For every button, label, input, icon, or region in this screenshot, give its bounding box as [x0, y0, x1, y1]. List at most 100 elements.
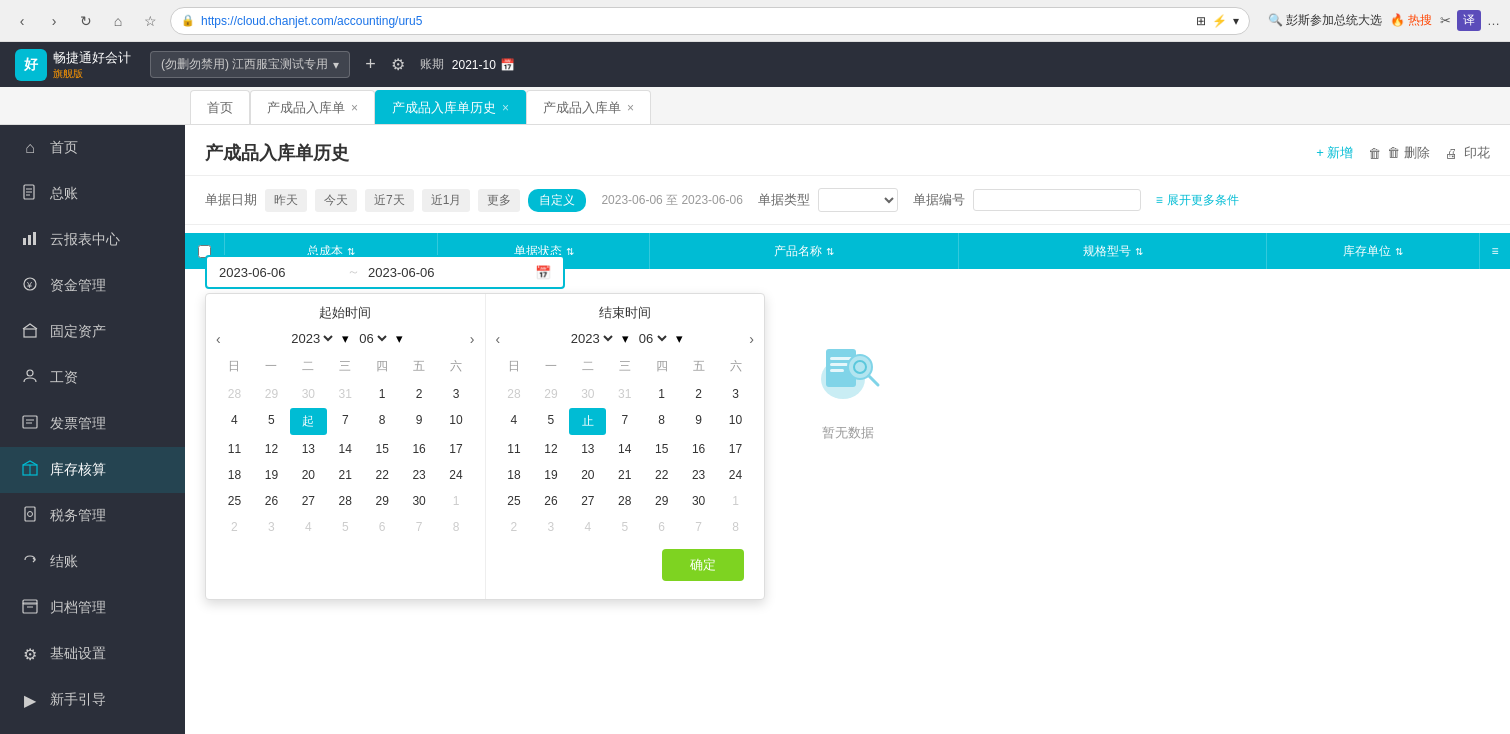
expand-more-btn[interactable]: ≡ 展开更多条件	[1156, 192, 1239, 209]
start-day-9[interactable]: 9	[401, 408, 438, 435]
tab-product-in-history[interactable]: 产成品入库单历史 ×	[375, 90, 526, 124]
end-day-nm2[interactable]: 2	[496, 515, 533, 539]
tab-product-in-close[interactable]: ×	[351, 101, 358, 115]
start-day-7[interactable]: 7	[327, 408, 364, 435]
company-selector[interactable]: (勿删勿禁用) 江西服宝测试专用 ▾	[150, 51, 350, 78]
end-day-29[interactable]: 29	[643, 489, 680, 513]
tab-home[interactable]: 首页	[190, 90, 250, 124]
end-day-nm6[interactable]: 6	[643, 515, 680, 539]
start-day-nm1[interactable]: 1	[438, 489, 475, 513]
start-day-nm7[interactable]: 7	[401, 515, 438, 539]
start-day-pm30[interactable]: 30	[290, 382, 327, 406]
scissors-button[interactable]: ✂	[1440, 13, 1451, 28]
end-day-8[interactable]: 8	[643, 408, 680, 435]
end-date-input[interactable]	[368, 265, 488, 280]
start-day-nm5[interactable]: 5	[327, 515, 364, 539]
sidebar-item-vip[interactable]: V 畅会员	[0, 723, 185, 734]
start-cal-prev[interactable]: ‹	[216, 331, 221, 347]
doctype-select[interactable]	[818, 188, 898, 212]
translate-button[interactable]: 译	[1457, 10, 1481, 31]
start-year-select[interactable]: 2023	[287, 330, 336, 347]
end-day-30[interactable]: 30	[680, 489, 717, 513]
start-day-nm3[interactable]: 3	[253, 515, 290, 539]
start-day-nm4[interactable]: 4	[290, 515, 327, 539]
end-day-22[interactable]: 22	[643, 463, 680, 487]
tab-product-in-history-close[interactable]: ×	[502, 101, 509, 115]
tab-product-in2-close[interactable]: ×	[627, 101, 634, 115]
start-day-5[interactable]: 5	[253, 408, 290, 435]
more-btn[interactable]: 更多	[478, 189, 520, 212]
end-day-19[interactable]: 19	[532, 463, 569, 487]
sidebar-item-archive[interactable]: 归档管理	[0, 585, 185, 631]
settings-button[interactable]: ⚙	[391, 55, 405, 74]
end-day-25[interactable]: 25	[496, 489, 533, 513]
start-day-10[interactable]: 10	[438, 408, 475, 435]
start-day-20[interactable]: 20	[290, 463, 327, 487]
end-day-pm30[interactable]: 30	[569, 382, 606, 406]
end-day-15[interactable]: 15	[643, 437, 680, 461]
end-day-14[interactable]: 14	[606, 437, 643, 461]
back-button[interactable]: ‹	[10, 9, 34, 33]
calendar-open-icon[interactable]: 📅	[535, 265, 551, 280]
start-day-8[interactable]: 8	[364, 408, 401, 435]
last7-btn[interactable]: 近7天	[365, 189, 414, 212]
end-day-nm5[interactable]: 5	[606, 515, 643, 539]
custom-btn[interactable]: 自定义	[528, 189, 586, 212]
start-day-15[interactable]: 15	[364, 437, 401, 461]
sidebar-item-inventory[interactable]: 库存核算	[0, 447, 185, 493]
start-day-pm28[interactable]: 28	[216, 382, 253, 406]
start-day-2[interactable]: 2	[401, 382, 438, 406]
end-day-28[interactable]: 28	[606, 489, 643, 513]
start-day-13[interactable]: 13	[290, 437, 327, 461]
start-day-18[interactable]: 18	[216, 463, 253, 487]
docno-input[interactable]	[973, 189, 1141, 211]
end-day-23[interactable]: 23	[680, 463, 717, 487]
start-day-11[interactable]: 11	[216, 437, 253, 461]
sidebar-item-salary[interactable]: 工资	[0, 355, 185, 401]
start-day-24[interactable]: 24	[438, 463, 475, 487]
sidebar-item-tax[interactable]: 税务管理	[0, 493, 185, 539]
end-day-nm4[interactable]: 4	[569, 515, 606, 539]
sidebar-item-home[interactable]: ⌂ 首页	[0, 125, 185, 171]
print-button[interactable]: 🖨 印花	[1445, 144, 1490, 162]
start-day-pm29[interactable]: 29	[253, 382, 290, 406]
end-day-4[interactable]: 4	[496, 408, 533, 435]
add-button[interactable]: + 新增	[1316, 144, 1353, 162]
start-day-19[interactable]: 19	[253, 463, 290, 487]
end-day-nm3[interactable]: 3	[532, 515, 569, 539]
end-day-10[interactable]: 10	[717, 408, 754, 435]
end-cal-next[interactable]: ›	[749, 331, 754, 347]
th-more[interactable]: ≡	[1480, 233, 1510, 269]
start-day-26[interactable]: 26	[253, 489, 290, 513]
end-day-1[interactable]: 1	[643, 382, 680, 406]
refresh-button[interactable]: ↻	[74, 9, 98, 33]
start-day-12[interactable]: 12	[253, 437, 290, 461]
more-button[interactable]: …	[1487, 13, 1500, 28]
end-cal-prev[interactable]: ‹	[496, 331, 501, 347]
end-year-select[interactable]: 2023	[567, 330, 616, 347]
start-day-16[interactable]: 16	[401, 437, 438, 461]
end-day-2[interactable]: 2	[680, 382, 717, 406]
start-day-21[interactable]: 21	[327, 463, 364, 487]
sidebar-item-invoice[interactable]: 发票管理	[0, 401, 185, 447]
sidebar-item-report[interactable]: 云报表中心	[0, 217, 185, 263]
sidebar-item-ledger[interactable]: 总账	[0, 171, 185, 217]
end-day-nm7[interactable]: 7	[680, 515, 717, 539]
start-day-23[interactable]: 23	[401, 463, 438, 487]
sidebar-item-guide[interactable]: ▶ 新手引导	[0, 677, 185, 723]
add-company-button[interactable]: +	[365, 54, 376, 75]
yesterday-btn[interactable]: 昨天	[265, 189, 307, 212]
end-day-27[interactable]: 27	[569, 489, 606, 513]
confirm-button[interactable]: 确定	[662, 549, 744, 581]
today-btn[interactable]: 今天	[315, 189, 357, 212]
forward-button[interactable]: ›	[42, 9, 66, 33]
end-day-17[interactable]: 17	[717, 437, 754, 461]
start-day-1[interactable]: 1	[364, 382, 401, 406]
end-day-24[interactable]: 24	[717, 463, 754, 487]
start-day-nm8[interactable]: 8	[438, 515, 475, 539]
start-day-29[interactable]: 29	[364, 489, 401, 513]
start-day-nm2[interactable]: 2	[216, 515, 253, 539]
start-day-30[interactable]: 30	[401, 489, 438, 513]
tab-product-in2[interactable]: 产成品入库单 ×	[526, 90, 651, 124]
end-day-7[interactable]: 7	[606, 408, 643, 435]
